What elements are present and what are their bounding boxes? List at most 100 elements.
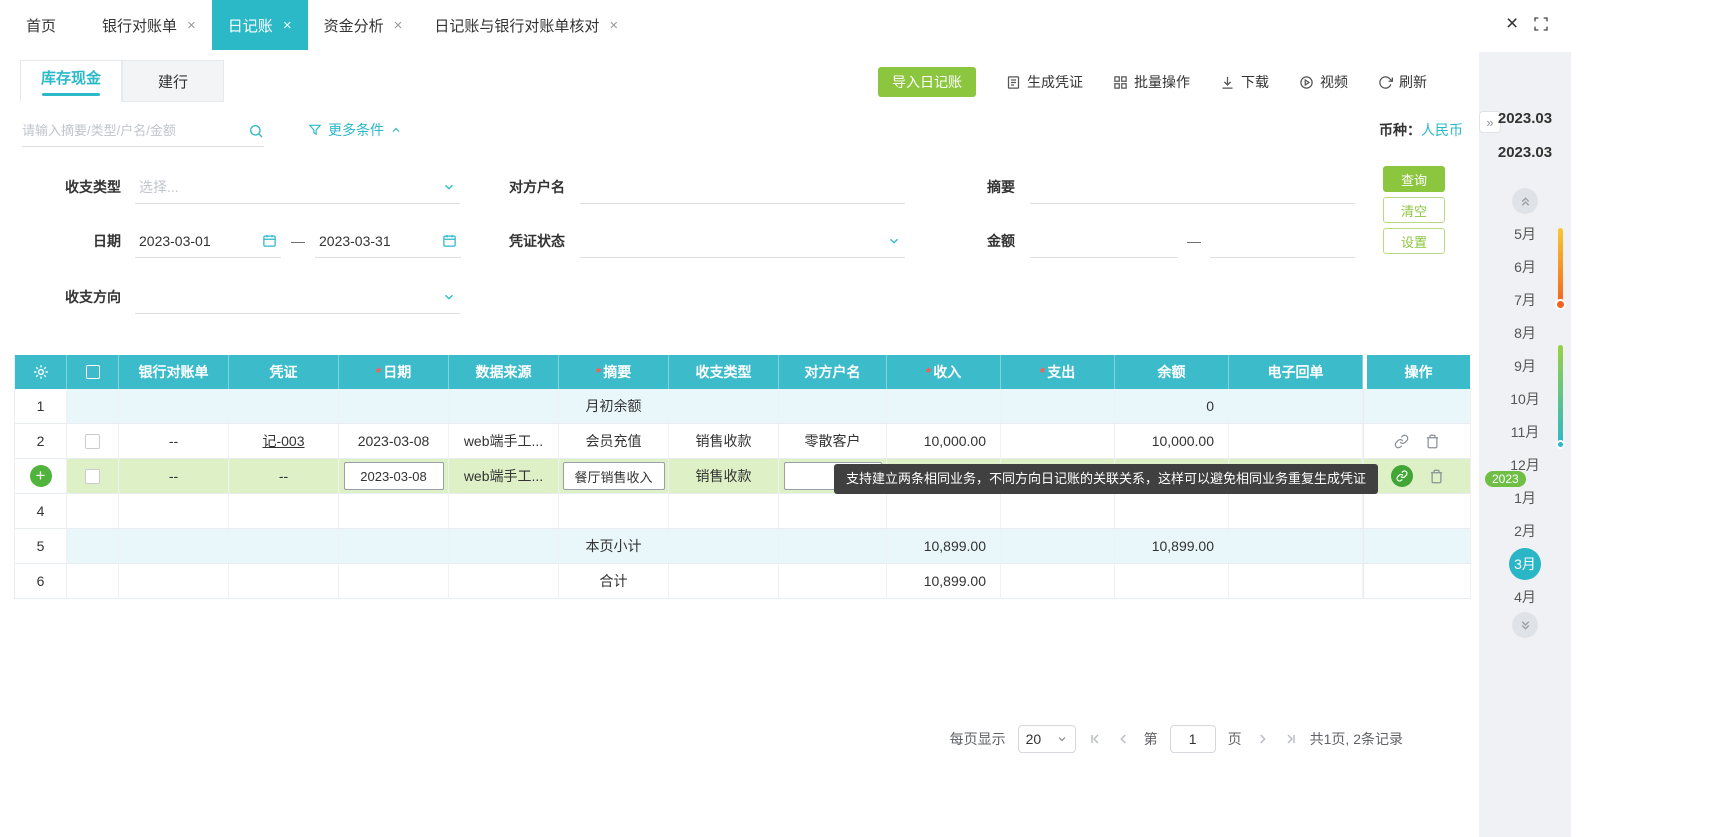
per-page-select[interactable]: 20 (1017, 725, 1076, 753)
per-page-value: 20 (1025, 731, 1042, 747)
toolbar: 导入日记账 生成凭证 批量操作 下载 视频 刷新 (878, 67, 1427, 97)
first-page-icon[interactable] (1088, 731, 1104, 747)
tab-bank-statement[interactable]: 银行对账单 × (86, 0, 212, 50)
row-index: 5 (15, 529, 67, 564)
link-related-icon[interactable] (1390, 465, 1413, 487)
type-label: 收支类型 (65, 179, 121, 195)
column-settings-button[interactable] (15, 355, 67, 389)
cell-source (449, 494, 559, 529)
summary-edit-input[interactable]: 餐厅销售收入 (559, 459, 669, 494)
month-item[interactable]: 8月 (1479, 316, 1571, 349)
cell-party (779, 389, 887, 424)
more-conditions-label: 更多条件 (328, 122, 384, 138)
cell-source (449, 529, 559, 564)
tab-close-icon[interactable]: × (394, 18, 403, 33)
cell-date (339, 494, 449, 529)
link-icon[interactable] (1394, 434, 1409, 449)
delete-icon[interactable] (1425, 434, 1440, 449)
cell-income (887, 494, 1001, 529)
journal-table: 银行对账单 凭证 * 日期 数据来源 * 摘要 收支类型 对方户名 * 收入 * 支出 … (14, 355, 1471, 599)
tab-close-icon[interactable]: × (609, 18, 618, 33)
date-from-input[interactable]: 2023-03-01 (135, 224, 281, 258)
refresh-button[interactable]: 刷新 (1378, 72, 1427, 92)
date-to-input[interactable]: 2023-03-31 (315, 224, 461, 258)
period-year-current[interactable]: 2023.03 (1479, 144, 1571, 161)
tab-fund-analysis[interactable]: 资金分析 × (308, 0, 419, 50)
video-button[interactable]: 视频 (1299, 72, 1348, 92)
table-row: 4 (15, 494, 1471, 529)
scroll-knob-orange[interactable] (1555, 299, 1566, 310)
cell-income (887, 389, 1001, 424)
close-icon[interactable]: × (1506, 13, 1518, 35)
cell-expense (1001, 564, 1115, 599)
generate-voucher-button[interactable]: 生成凭证 (1006, 72, 1083, 92)
fullscreen-icon[interactable] (1533, 16, 1549, 32)
party-input[interactable] (580, 170, 905, 204)
search-icon[interactable] (248, 123, 264, 139)
per-page-label: 每页显示 (949, 731, 1006, 747)
month-item-active[interactable]: 3月 (1479, 547, 1571, 580)
scroll-knob-cyan[interactable] (1556, 440, 1565, 449)
type-select[interactable]: 选择... (135, 170, 460, 204)
currency-value: 人民币 (1421, 122, 1463, 138)
amount-min-input[interactable] (1030, 224, 1178, 258)
batch-operations-button[interactable]: 批量操作 (1113, 72, 1190, 92)
calendar-icon[interactable] (262, 233, 277, 248)
add-row-button[interactable]: + (15, 459, 67, 494)
download-button[interactable]: 下载 (1220, 72, 1269, 92)
subtab-ccb-bank[interactable]: 建行 (122, 60, 224, 102)
page-input[interactable] (1169, 725, 1216, 753)
tab-home-label: 首页 (26, 17, 57, 35)
tab-close-icon[interactable]: × (283, 18, 292, 33)
last-page-icon[interactable] (1282, 731, 1298, 747)
link-business-tooltip: 支持建立两条相同业务，不同方向日记账的关联关系，这样可以避免相同业务重复生成凭证 (834, 464, 1379, 494)
cell-expense (1001, 389, 1115, 424)
amount-max-input[interactable] (1210, 224, 1355, 258)
col-type: 收支类型 (669, 355, 779, 389)
cell-checkbox[interactable] (67, 424, 119, 459)
select-all-checkbox[interactable] (67, 355, 119, 389)
prev-page-icon[interactable] (1116, 731, 1132, 747)
tab-journal-bank-reconcile[interactable]: 日记账与银行对账单核对 × (418, 0, 634, 50)
voucher-status-select[interactable] (580, 224, 905, 258)
next-page-icon[interactable] (1254, 731, 1270, 747)
month-item[interactable]: 2月 (1479, 514, 1571, 547)
table-row-subtotal: 5 本页小计 10,899.00 10,899.00 (15, 529, 1471, 564)
subtab-cash[interactable]: 库存现金 (20, 60, 122, 102)
clear-button[interactable]: 清空 (1383, 197, 1445, 223)
cell-checkbox (67, 389, 119, 424)
checkbox-box (85, 468, 100, 484)
cell-party (779, 564, 887, 599)
tab-close-icon[interactable]: × (187, 18, 196, 33)
scroll-indicator-green[interactable] (1558, 345, 1563, 445)
date-edit-input[interactable]: 2023-03-08 (339, 459, 449, 494)
date-from-value: 2023-03-01 (139, 232, 211, 249)
direction-select[interactable] (135, 280, 460, 314)
cell-checkbox[interactable] (67, 459, 119, 494)
cell-voucher (229, 529, 339, 564)
cell-bank (119, 564, 229, 599)
search-input[interactable] (22, 123, 248, 138)
summary-input[interactable] (1030, 170, 1355, 204)
scroll-down-icon[interactable] (1512, 612, 1538, 638)
import-journal-button[interactable]: 导入日记账 (878, 67, 976, 97)
cell-summary (559, 494, 669, 529)
scroll-up-icon[interactable] (1512, 188, 1538, 214)
cell-expense (1001, 494, 1115, 529)
settings-button[interactable]: 设置 (1383, 228, 1445, 254)
tab-journal[interactable]: 日记账 × (211, 0, 308, 50)
cell-type (669, 389, 779, 424)
row-index: 6 (15, 564, 67, 599)
period-sidebar: » 2023.03 2023.03 5月 6月 7月 8月 9月 10月 11月… (1479, 52, 1571, 837)
table-header: 银行对账单 凭证 * 日期 数据来源 * 摘要 收支类型 对方户名 * 收入 * 支出 … (15, 355, 1471, 389)
more-conditions-toggle[interactable]: 更多条件 (308, 120, 402, 140)
scroll-indicator-orange[interactable] (1558, 228, 1563, 304)
year-badge: 2023 (1485, 471, 1526, 487)
tab-home[interactable]: 首页 (10, 0, 72, 50)
query-button[interactable]: 查询 (1383, 166, 1445, 192)
journal-panel: 库存现金 建行 导入日记账 生成凭证 批量操作 下载 视频 刷新 请输入摘要/类… (8, 52, 1479, 837)
delete-icon[interactable] (1429, 469, 1444, 484)
required-mark: * (925, 364, 932, 380)
voucher-link[interactable]: 记-003 (229, 424, 339, 459)
month-item[interactable]: 4月 (1479, 580, 1571, 613)
